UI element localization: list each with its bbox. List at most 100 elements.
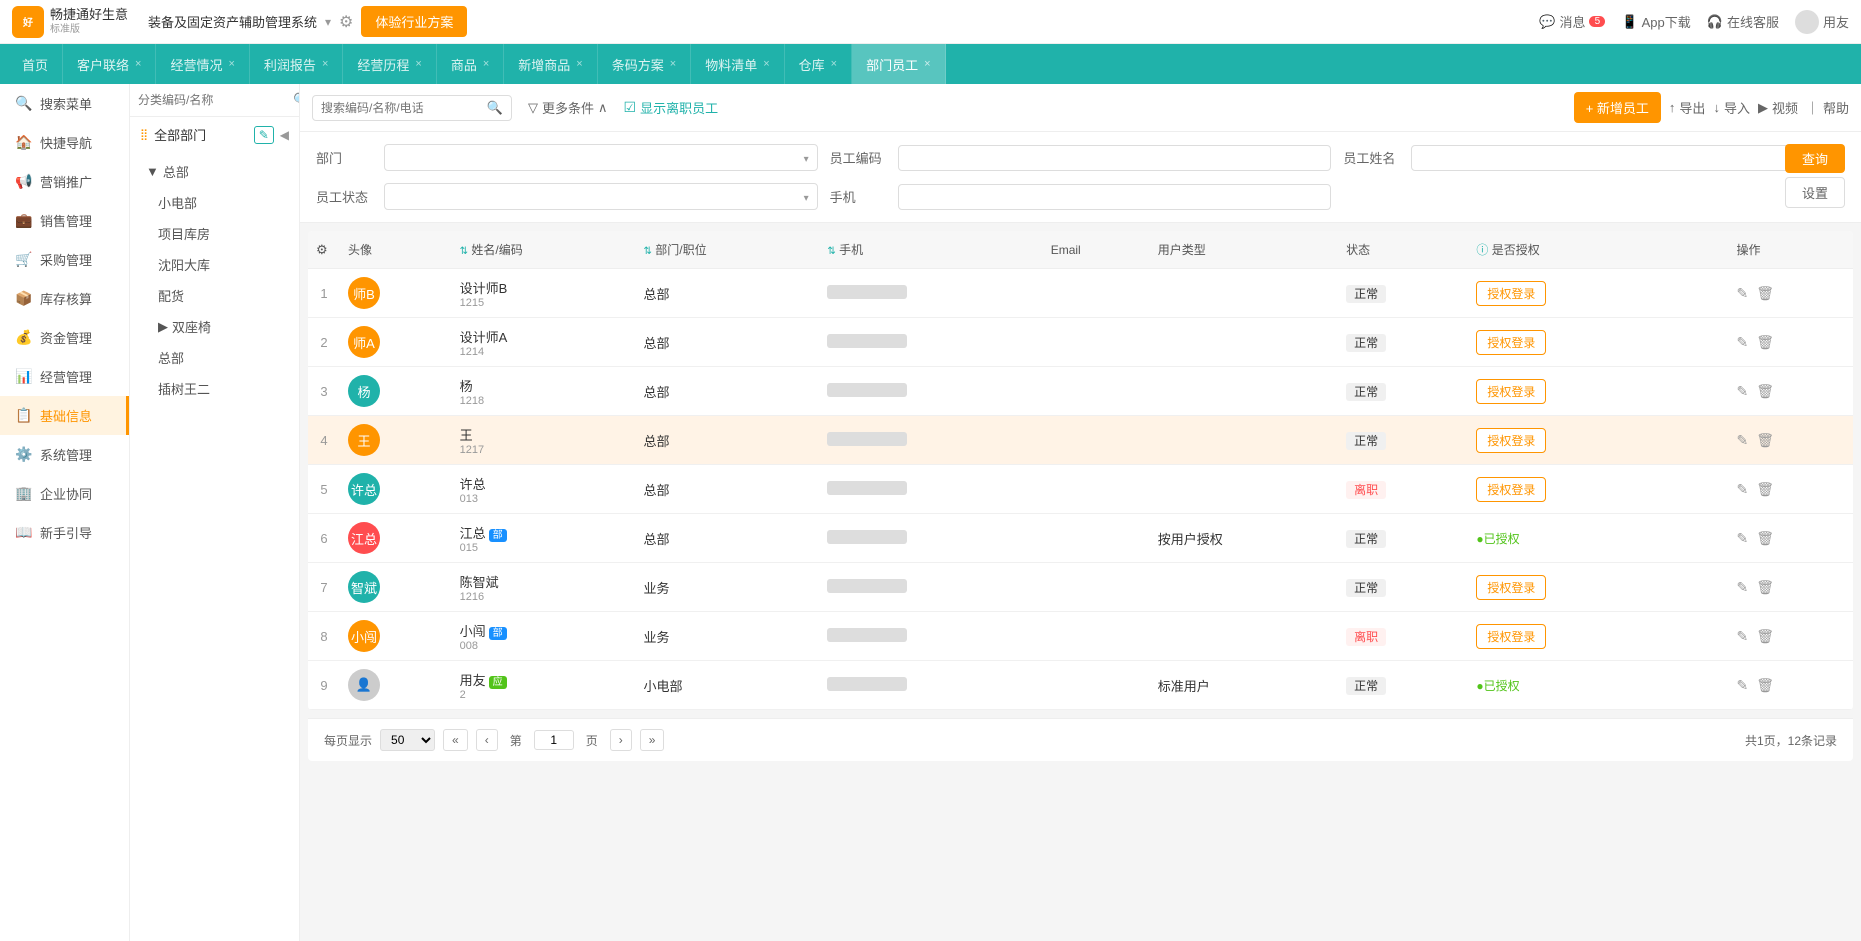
- auth-button[interactable]: 授权登录: [1476, 477, 1546, 502]
- th-dept-position[interactable]: ⇅ 部门/职位: [636, 231, 820, 269]
- delete-icon[interactable]: 🗑: [1756, 530, 1774, 547]
- delete-icon[interactable]: 🗑: [1756, 579, 1774, 596]
- emp-name-filter-input[interactable]: [1411, 145, 1845, 171]
- tab-barcode[interactable]: 条码方案 ×: [598, 44, 691, 84]
- edit-icon[interactable]: ✎: [1736, 579, 1748, 596]
- edit-icon[interactable]: ✎: [1736, 677, 1748, 694]
- dept-node-projectroom[interactable]: 项目库房: [130, 218, 299, 249]
- edit-icon[interactable]: ✎: [1736, 334, 1748, 351]
- emp-code-filter-input[interactable]: [898, 145, 1332, 171]
- dropdown-arrow-icon[interactable]: ▾: [325, 15, 331, 29]
- tab-bom[interactable]: 物料清单 ×: [691, 44, 784, 84]
- dept-node-xiaodibu[interactable]: 小电部: [130, 187, 299, 218]
- close-icon[interactable]: ×: [135, 58, 141, 70]
- sidebar-item-purchase[interactable]: 🛒 采购管理: [0, 240, 129, 279]
- show-resign-toggle[interactable]: ☑ 显示离职员工: [624, 98, 719, 117]
- user-item[interactable]: 用友: [1795, 10, 1849, 34]
- sidebar-item-system[interactable]: ⚙️ 系统管理: [0, 435, 129, 474]
- th-settings[interactable]: ⚙: [308, 231, 340, 269]
- dept-filter-select[interactable]: [384, 144, 818, 171]
- sidebar-item-finance[interactable]: 💰 资金管理: [0, 318, 129, 357]
- close-icon[interactable]: ×: [831, 58, 837, 70]
- last-page-button[interactable]: »: [640, 729, 665, 751]
- search-input[interactable]: [321, 101, 483, 115]
- phone-filter-input[interactable]: [898, 184, 1332, 210]
- close-icon[interactable]: ×: [670, 58, 676, 70]
- close-icon[interactable]: ×: [322, 58, 328, 70]
- view-button[interactable]: ▶ 视频: [1758, 98, 1798, 117]
- close-icon[interactable]: ×: [924, 58, 930, 70]
- dept-search-icon[interactable]: 🔍: [293, 92, 300, 108]
- page-size-select[interactable]: 50 20 100: [380, 729, 435, 751]
- app-download-item[interactable]: 📱 App下载: [1621, 12, 1690, 31]
- delete-icon[interactable]: 🗑: [1756, 285, 1774, 302]
- sidebar-item-sales[interactable]: 💼 销售管理: [0, 201, 129, 240]
- settings-icon[interactable]: ⚙: [316, 242, 328, 257]
- edit-icon[interactable]: ✎: [1736, 530, 1748, 547]
- sidebar-item-quick-nav[interactable]: 🏠 快捷导航: [0, 123, 129, 162]
- tab-goods[interactable]: 商品 ×: [437, 44, 504, 84]
- sidebar-item-marketing[interactable]: 📢 营销推广: [0, 162, 129, 201]
- prev-page-button[interactable]: ‹: [476, 729, 498, 751]
- auth-button[interactable]: 授权登录: [1476, 330, 1546, 355]
- page-number-input[interactable]: [534, 730, 574, 750]
- tab-operations[interactable]: 经营情况 ×: [156, 44, 249, 84]
- settings-icon[interactable]: ⚙: [339, 12, 353, 32]
- delete-icon[interactable]: 🗑: [1756, 334, 1774, 351]
- delete-icon[interactable]: 🗑: [1756, 383, 1774, 400]
- th-name-code[interactable]: ⇅ 姓名/编码: [452, 231, 636, 269]
- tab-warehouse[interactable]: 仓库 ×: [785, 44, 852, 84]
- auth-button[interactable]: 授权登录: [1476, 281, 1546, 306]
- query-button[interactable]: 查询: [1785, 144, 1845, 173]
- close-icon[interactable]: ×: [483, 58, 489, 70]
- auth-button[interactable]: 授权登录: [1476, 428, 1546, 453]
- edit-icon[interactable]: ✎: [1736, 432, 1748, 449]
- set-button[interactable]: 设置: [1785, 177, 1845, 208]
- dept-node-shuangzuoyi[interactable]: ▶ 双座椅: [130, 311, 299, 342]
- more-filter-button[interactable]: ▽ 更多条件 ∧: [520, 94, 616, 121]
- dept-node-shenyangdaku[interactable]: 沈阳大库: [130, 249, 299, 280]
- close-icon[interactable]: ×: [415, 58, 421, 70]
- dept-node-root[interactable]: ▼ 总部: [130, 156, 299, 187]
- sidebar-item-operations[interactable]: 📊 经营管理: [0, 357, 129, 396]
- delete-icon[interactable]: 🗑: [1756, 481, 1774, 498]
- delete-icon[interactable]: 🗑: [1756, 677, 1774, 694]
- export-button[interactable]: ↑ 导出: [1669, 98, 1706, 117]
- search-icon[interactable]: 🔍: [487, 100, 503, 116]
- close-icon[interactable]: ×: [228, 58, 234, 70]
- message-item[interactable]: 💬 消息 5: [1539, 12, 1605, 31]
- close-icon[interactable]: ×: [763, 58, 769, 70]
- dept-search-input[interactable]: [138, 93, 293, 107]
- sidebar-item-corp[interactable]: 🏢 企业协同: [0, 474, 129, 513]
- first-page-button[interactable]: «: [443, 729, 468, 751]
- help-button[interactable]: ｜ 帮助: [1806, 98, 1849, 117]
- auth-button[interactable]: 授权登录: [1476, 624, 1546, 649]
- collapse-icon[interactable]: ◀: [280, 128, 289, 142]
- online-service-item[interactable]: 🎧 在线客服: [1707, 12, 1779, 31]
- auth-button[interactable]: 授权登录: [1476, 379, 1546, 404]
- close-icon[interactable]: ×: [576, 58, 582, 70]
- delete-icon[interactable]: 🗑: [1756, 628, 1774, 645]
- tab-add-goods[interactable]: 新增商品 ×: [504, 44, 597, 84]
- tab-customer[interactable]: 客户联络 ×: [63, 44, 156, 84]
- tab-dept-employee[interactable]: 部门员工 ×: [852, 44, 945, 84]
- auth-button[interactable]: 授权登录: [1476, 575, 1546, 600]
- edit-dept-icon[interactable]: ✎: [254, 126, 274, 144]
- dept-all-label[interactable]: 全部部门: [154, 125, 248, 144]
- dept-node-zongbu[interactable]: 总部: [130, 342, 299, 373]
- add-employee-button[interactable]: + 新增员工: [1574, 92, 1661, 123]
- edit-icon[interactable]: ✎: [1736, 285, 1748, 302]
- sidebar-item-search[interactable]: 🔍 搜索菜单: [0, 84, 129, 123]
- dept-node-chashuwanger[interactable]: 插树王二: [130, 373, 299, 404]
- tab-history[interactable]: 经营历程 ×: [343, 44, 436, 84]
- tab-home[interactable]: 首页: [8, 44, 63, 84]
- edit-icon[interactable]: ✎: [1736, 628, 1748, 645]
- delete-icon[interactable]: 🗑: [1756, 432, 1774, 449]
- th-phone[interactable]: ⇅ 手机: [819, 231, 1042, 269]
- import-button[interactable]: ↓ 导入: [1713, 98, 1750, 117]
- sidebar-item-inventory[interactable]: 📦 库存核算: [0, 279, 129, 318]
- emp-status-select[interactable]: [384, 183, 818, 210]
- dept-node-peihuo[interactable]: 配货: [130, 280, 299, 311]
- trial-button[interactable]: 体验行业方案: [361, 6, 467, 37]
- edit-icon[interactable]: ✎: [1736, 481, 1748, 498]
